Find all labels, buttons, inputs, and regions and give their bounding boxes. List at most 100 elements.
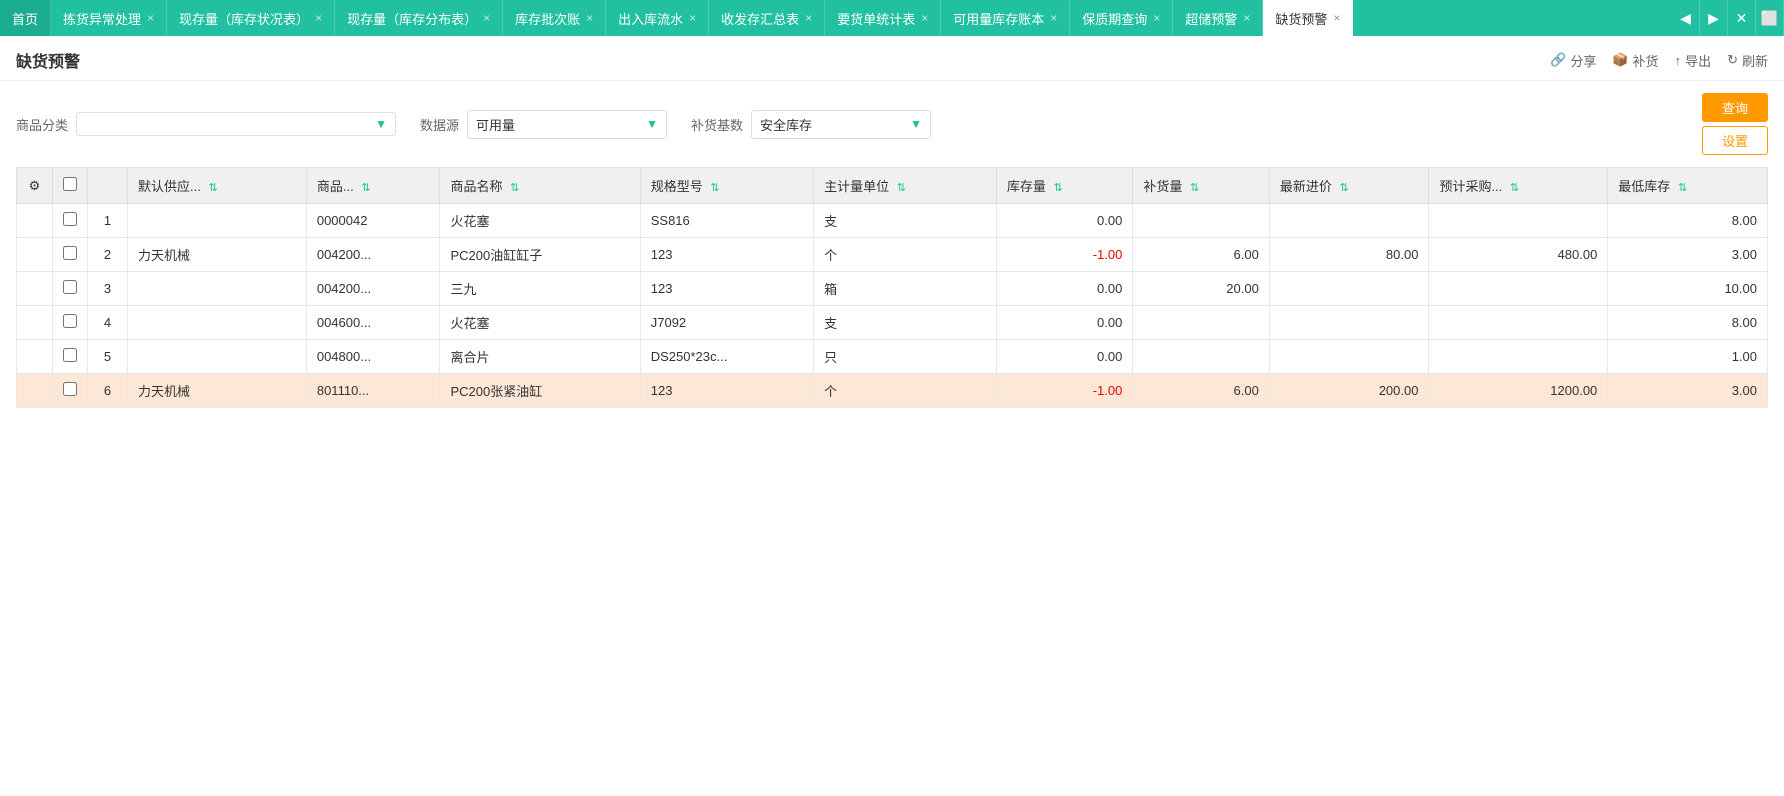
sort-icon-spec: ⇅	[710, 182, 719, 194]
table-body: 1 0000042火花塞SS816 支 0.00 8.002力天机械004200...P…	[17, 204, 1768, 408]
select-all-checkbox[interactable]	[63, 177, 77, 191]
col-header-min-stock[interactable]: 最低库存 ⇅	[1608, 168, 1768, 204]
close-tab-order-stat[interactable]: ×	[921, 11, 928, 25]
col-header-latest-price[interactable]: 最新进价 ⇅	[1269, 168, 1429, 204]
tab-inout-flow[interactable]: 出入库流水 ×	[606, 0, 709, 36]
tab-close-all[interactable]: ✕	[1728, 0, 1756, 36]
share-button[interactable]: 🔗 分享	[1550, 51, 1596, 70]
sort-icon-latest-price: ⇅	[1339, 182, 1348, 194]
col-header-product-code[interactable]: 商品... ⇅	[306, 168, 440, 204]
row-product-name: PC200张紧油缸	[440, 374, 640, 408]
sort-icon-replenish-qty: ⇅	[1190, 182, 1199, 194]
row-product-code: 0000042	[306, 204, 440, 238]
row-checkbox[interactable]	[63, 280, 77, 294]
close-tab-inout-flow[interactable]: ×	[689, 11, 696, 25]
col-header-stock[interactable]: 库存量 ⇅	[996, 168, 1133, 204]
tab-collection[interactable]: 收发存汇总表 ×	[709, 0, 825, 36]
tab-inventory-dist[interactable]: 现存量（库存分布表） ×	[335, 0, 503, 36]
row-spec: SS816	[640, 204, 813, 238]
row-index: 1	[88, 204, 128, 238]
row-stock: -1.00	[996, 238, 1133, 272]
row-checkbox[interactable]	[63, 212, 77, 226]
tab-expiry[interactable]: 保质期查询 ×	[1070, 0, 1173, 36]
col-label-product-name: 商品名称	[450, 179, 502, 194]
tab-available[interactable]: 可用量库存账本 ×	[941, 0, 1070, 36]
row-min-stock: 8.00	[1608, 204, 1768, 238]
col-header-replenish-qty[interactable]: 补货量 ⇅	[1133, 168, 1270, 204]
tab-shortage[interactable]: 缺货预警 ×	[1263, 0, 1353, 36]
filter-category-group: 商品分类 ▼	[16, 112, 396, 136]
table-container: ⚙ 默认供应... ⇅ 商品... ⇅ 商品名称	[0, 167, 1784, 408]
row-default-supplier	[128, 204, 307, 238]
filter-bar: 商品分类 ▼ 数据源 可用量 ▼ 补货基数 安全库存 ▼ 查询 设置	[0, 81, 1784, 167]
col-header-estimated-purchase[interactable]: 预计采购... ⇅	[1429, 168, 1608, 204]
row-index: 6	[88, 374, 128, 408]
col-header-checkbox[interactable]	[53, 168, 88, 204]
row-latest-price	[1269, 204, 1429, 238]
tab-overstock[interactable]: 超储预警 ×	[1173, 0, 1263, 36]
row-estimated-purchase	[1429, 306, 1608, 340]
table-row: 2力天机械004200...PC200油缸缸子123个-1.006.0080.0…	[17, 238, 1768, 272]
tab-inventory-status[interactable]: 现存量（库存状况表） ×	[167, 0, 335, 36]
row-checkbox[interactable]	[63, 246, 77, 260]
table-row: 6力天机械801110...PC200张紧油缸123个-1.006.00200.…	[17, 374, 1768, 408]
settings-button[interactable]: 设置	[1702, 126, 1768, 155]
filter-datasource-select[interactable]: 可用量 ▼	[467, 110, 667, 139]
close-tab-overstock[interactable]: ×	[1243, 11, 1250, 25]
sort-icon-stock: ⇅	[1053, 182, 1062, 194]
col-header-unit[interactable]: 主计量单位 ⇅	[814, 168, 997, 204]
close-tab-inventory-dist[interactable]: ×	[483, 11, 490, 25]
row-product-name: PC200油缸缸子	[440, 238, 640, 272]
replenish-button[interactable]: 📦 补货	[1612, 51, 1658, 70]
row-spec: 123	[640, 238, 813, 272]
close-tab-available[interactable]: ×	[1050, 11, 1057, 25]
page-header: 缺货预警 🔗 分享 📦 补货 ↑ 导出 ↻ 刷新	[0, 36, 1784, 81]
filter-datasource-label: 数据源	[420, 115, 459, 134]
filter-replenish-basis-select[interactable]: 安全库存 ▼	[751, 110, 931, 139]
tab-abnormal[interactable]: 拣货异常处理 ×	[51, 0, 167, 36]
row-product-code: 004200...	[306, 272, 440, 306]
close-tab-expiry[interactable]: ×	[1153, 11, 1160, 25]
tab-batch-account[interactable]: 库存批次账 ×	[503, 0, 606, 36]
close-tab-batch-account[interactable]: ×	[586, 11, 593, 25]
row-unit: 支	[814, 306, 997, 340]
row-index: 3	[88, 272, 128, 306]
export-button[interactable]: ↑ 导出	[1675, 51, 1712, 70]
sort-icon-product-code: ⇅	[361, 182, 370, 194]
row-min-stock: 10.00	[1608, 272, 1768, 306]
col-header-spec[interactable]: 规格型号 ⇅	[640, 168, 813, 204]
row-settings-cell	[17, 238, 53, 272]
col-header-settings[interactable]: ⚙	[17, 168, 53, 204]
close-tab-collection[interactable]: ×	[805, 11, 812, 25]
chevron-down-icon-datasource: ▼	[646, 117, 658, 131]
export-icon: ↑	[1675, 53, 1682, 68]
col-header-product-name[interactable]: 商品名称 ⇅	[440, 168, 640, 204]
replenish-icon: 📦	[1612, 52, 1628, 68]
row-product-code: 004600...	[306, 306, 440, 340]
close-tab-inventory-status[interactable]: ×	[315, 11, 322, 25]
row-checkbox-cell	[53, 204, 88, 238]
row-product-name: 火花塞	[440, 204, 640, 238]
row-settings-cell	[17, 374, 53, 408]
row-checkbox[interactable]	[63, 314, 77, 328]
col-header-default-supplier[interactable]: 默认供应... ⇅	[128, 168, 307, 204]
refresh-button[interactable]: ↻ 刷新	[1727, 51, 1768, 70]
row-stock: 0.00	[996, 204, 1133, 238]
close-tab-abnormal[interactable]: ×	[147, 11, 154, 25]
close-tab-shortage[interactable]: ×	[1333, 11, 1340, 25]
tab-order-stat[interactable]: 要货单统计表 ×	[825, 0, 941, 36]
filter-category-select[interactable]: ▼	[76, 112, 396, 136]
col-header-index	[88, 168, 128, 204]
row-checkbox-cell	[53, 374, 88, 408]
chevron-down-icon-replenish: ▼	[910, 117, 922, 131]
row-checkbox-cell	[53, 306, 88, 340]
row-checkbox[interactable]	[63, 382, 77, 396]
query-button[interactable]: 查询	[1702, 93, 1768, 122]
row-spec: DS250*23c...	[640, 340, 813, 374]
tab-scroll-right[interactable]: ▶	[1700, 0, 1728, 36]
row-replenish-qty	[1133, 204, 1270, 238]
tab-home[interactable]: 首页	[0, 0, 51, 36]
row-checkbox[interactable]	[63, 348, 77, 362]
tab-restore[interactable]: ⬜	[1756, 0, 1784, 36]
tab-scroll-left[interactable]: ◀	[1672, 0, 1700, 36]
